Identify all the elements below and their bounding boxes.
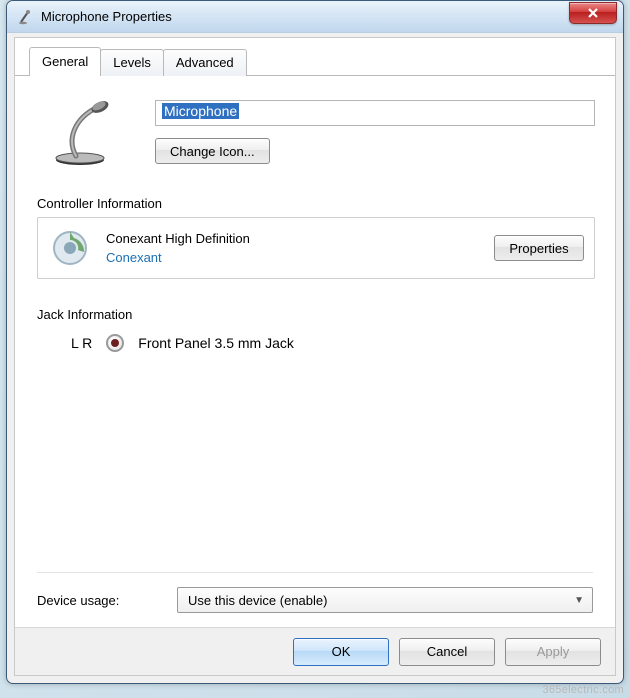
- controller-name: Conexant High Definition: [106, 229, 480, 249]
- window-title: Microphone Properties: [41, 9, 569, 24]
- app-icon: [17, 8, 35, 26]
- apply-button[interactable]: Apply: [505, 638, 601, 666]
- device-usage-selected: Use this device (enable): [188, 593, 327, 608]
- tab-body-general: Microphone Change Icon... Controller Inf…: [15, 76, 615, 366]
- tab-strip: General Levels Advanced: [15, 38, 615, 76]
- window-frame: Microphone Properties General Levels Adv…: [6, 0, 624, 684]
- controller-legend: Controller Information: [37, 196, 595, 211]
- device-usage-label: Device usage:: [37, 593, 157, 608]
- watermark: 365electric.com: [542, 684, 624, 696]
- device-icon: [43, 98, 127, 168]
- ok-button[interactable]: OK: [293, 638, 389, 666]
- jack-information-group: Jack Information L R Front Panel 3.5 mm …: [37, 307, 595, 352]
- tab-general[interactable]: General: [29, 47, 101, 76]
- title-bar[interactable]: Microphone Properties: [7, 1, 623, 33]
- controller-vendor-link[interactable]: Conexant: [106, 248, 480, 268]
- device-usage-select[interactable]: Use this device (enable) ▼: [177, 587, 593, 613]
- tab-levels[interactable]: Levels: [100, 49, 164, 76]
- cancel-button[interactable]: Cancel: [399, 638, 495, 666]
- change-icon-button[interactable]: Change Icon...: [155, 138, 270, 164]
- controller-properties-button[interactable]: Properties: [494, 235, 584, 261]
- dialog-action-bar: OK Cancel Apply: [15, 627, 615, 675]
- client-area: General Levels Advanced: [14, 37, 616, 676]
- device-name-input[interactable]: Microphone: [155, 100, 595, 126]
- tab-advanced[interactable]: Advanced: [163, 49, 247, 76]
- device-name-value: Microphone: [162, 103, 239, 119]
- device-usage-row: Device usage: Use this device (enable) ▼: [37, 572, 593, 613]
- chevron-down-icon: ▼: [574, 595, 584, 606]
- jack-description: Front Panel 3.5 mm Jack: [138, 335, 294, 351]
- jack-legend: Jack Information: [37, 307, 595, 322]
- close-button[interactable]: [569, 2, 617, 24]
- controller-information-group: Controller Information Conexant High Def…: [37, 196, 595, 279]
- jack-channels: L R: [71, 335, 92, 351]
- close-icon: [587, 8, 599, 18]
- driver-icon: [48, 226, 92, 270]
- jack-connector-icon: [106, 334, 124, 352]
